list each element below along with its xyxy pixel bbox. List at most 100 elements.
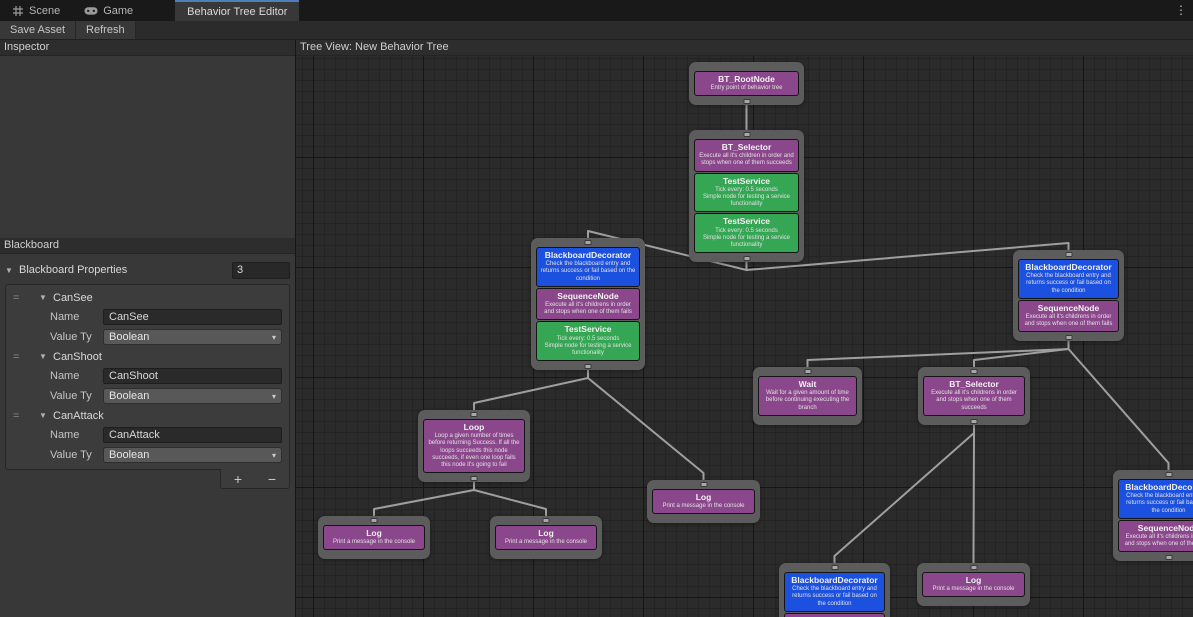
node-connector-top[interactable] xyxy=(970,369,978,374)
node-connector-bottom[interactable] xyxy=(1165,555,1172,561)
property-name-row: Name xyxy=(6,366,289,386)
node-block-decorator[interactable]: BlackboardDecoratorCheck the blackboard … xyxy=(1018,259,1119,299)
node-block-service[interactable]: TestService Tick every: 0.5 seconds Simpl… xyxy=(694,172,799,213)
bt-node-log_c[interactable]: Log Print a message in the console xyxy=(917,563,1030,607)
node-block-composite[interactable]: BT_Selector Execute all it's childrens in… xyxy=(923,376,1025,416)
save-asset-button[interactable]: Save Asset xyxy=(0,21,77,39)
edge-selector_right-log_c xyxy=(972,422,975,566)
tree-view-panel: Tree View: New Behavior Tree BT_RootNode… xyxy=(296,40,1193,617)
bt-node-deco_log[interactable]: BlackboardDecorator Check the blackboard … xyxy=(779,563,890,617)
bt-node-selector_right[interactable]: BT_Selector Execute all it's childrens in… xyxy=(918,367,1030,425)
node-block-composite[interactable]: SequenceNodeExecute all it's childrens i… xyxy=(1118,519,1193,553)
blackboard-count-field[interactable] xyxy=(232,261,290,279)
value-type-dropdown[interactable]: Boolean ▾ xyxy=(103,388,282,404)
node-connector-top[interactable] xyxy=(1165,472,1172,477)
unity-window: Scene Game Behavior Tree Editor ⋮ Save Asse… xyxy=(0,0,1193,617)
tab-behavior-tree-editor[interactable]: Behavior Tree Editor xyxy=(175,0,300,21)
node-connector-bottom[interactable] xyxy=(584,364,592,370)
bt-node-loop[interactable]: Loop Loop a given number of times before … xyxy=(418,410,530,483)
node-connector-top[interactable] xyxy=(370,518,378,523)
node-block-decorator[interactable]: BlackboardDecoratorCheck the blackboard … xyxy=(536,247,640,287)
edge-loop-log_a xyxy=(373,479,475,519)
blackboard-properties-label: Blackboard Properties xyxy=(19,264,128,276)
drag-handle-icon[interactable]: = xyxy=(13,351,39,363)
node-title: TestService xyxy=(722,216,771,227)
kebab-menu-icon[interactable]: ⋮ xyxy=(1175,3,1187,17)
node-connector-bottom[interactable] xyxy=(743,99,750,105)
node-description: Execute all it's childrens in order and … xyxy=(1024,313,1113,328)
node-block-action[interactable]: LogPrint a message in the console xyxy=(922,572,1025,598)
bt-node-left_seq[interactable]: BlackboardDecorator Check the blackboard … xyxy=(531,238,645,371)
property-name-field[interactable] xyxy=(103,309,282,325)
bt-node-log_mid[interactable]: Log Print a message in the console xyxy=(647,480,760,524)
node-description: Wait for a given amount of time before c… xyxy=(765,390,850,411)
node-block-composite[interactable]: Loop Loop a given number of times before … xyxy=(423,419,525,474)
node-connector-bottom[interactable] xyxy=(1065,335,1072,341)
node-connector-top[interactable] xyxy=(542,518,550,523)
node-description: Tick every: 0.5 seconds Simple node for … xyxy=(544,335,632,356)
node-block-decorator[interactable]: BlackboardDecoratorCheck the blackboard … xyxy=(1118,479,1193,519)
node-block-action[interactable]: LogPrint a message in the console xyxy=(323,525,425,551)
toolbar: Save Asset Refresh xyxy=(0,21,1193,40)
bt-node-selector_top[interactable]: BT_Selector Execute all it's children in … xyxy=(689,130,804,263)
value-type-dropdown[interactable]: Boolean ▾ xyxy=(103,329,282,345)
node-block-composite[interactable]: BT_RootNode Entry point of behavior tree xyxy=(694,71,799,97)
tab-scene[interactable]: Scene xyxy=(0,0,72,21)
edge-right_seq-wait xyxy=(806,338,1070,370)
node-connector-top[interactable] xyxy=(1065,252,1072,257)
grid-icon xyxy=(12,5,24,17)
edge-selector_right-deco_log xyxy=(833,422,975,566)
node-block-action[interactable]: LogPrint a message in the console xyxy=(652,489,755,515)
remove-property-button[interactable]: − xyxy=(258,470,286,488)
blackboard-properties-foldout[interactable]: ▼ Blackboard Properties xyxy=(5,261,290,279)
node-connector-top[interactable] xyxy=(700,482,707,487)
blackboard-list-footer: + − xyxy=(5,469,290,489)
drag-handle-icon[interactable]: = xyxy=(13,410,39,422)
node-block-service[interactable]: TestService Tick every: 0.5 seconds Simpl… xyxy=(536,321,640,362)
node-connector-bottom[interactable] xyxy=(470,476,478,482)
property-name-field[interactable] xyxy=(103,427,282,443)
property-item-header[interactable]: = ▼ CanAttack xyxy=(6,406,289,425)
property-item-header[interactable]: = ▼ CanShoot xyxy=(6,347,289,366)
tree-view-canvas[interactable]: BT_RootNode Entry point of behavior tree B… xyxy=(296,56,1193,617)
node-connector-top[interactable] xyxy=(970,565,977,570)
foldout-arrow-icon[interactable]: ▼ xyxy=(39,352,49,361)
tab-game[interactable]: Game xyxy=(72,0,145,21)
bt-node-right_cut[interactable]: BlackboardDecoratorCheck the blackboard … xyxy=(1113,470,1193,562)
node-connector-top[interactable] xyxy=(743,132,750,137)
bt-node-root[interactable]: BT_RootNode Entry point of behavior tree xyxy=(689,62,804,106)
node-block-service[interactable]: TestService Tick every: 0.5 seconds Simpl… xyxy=(694,213,799,254)
node-block-action[interactable]: Wait Wait for a given amount of time befo… xyxy=(758,376,857,416)
node-connector-top[interactable] xyxy=(470,412,478,417)
gamepad-icon xyxy=(84,6,98,16)
node-connector-top[interactable] xyxy=(804,369,811,374)
node-title: TestService xyxy=(564,324,612,335)
bt-node-log_a[interactable]: Log Print a message in the console xyxy=(318,516,430,560)
node-block-decorator[interactable]: BlackboardDecoratorCheck the blackboard … xyxy=(784,572,885,612)
foldout-arrow-icon[interactable]: ▼ xyxy=(5,266,15,275)
bt-node-wait[interactable]: Wait Wait for a given amount of time befo… xyxy=(753,367,862,425)
bt-node-right_seq[interactable]: BlackboardDecorator Check the blackboard … xyxy=(1013,250,1124,342)
node-block-action[interactable]: LogPrint a message in the console xyxy=(784,612,885,617)
edge-right_seq-right_cut xyxy=(1067,338,1170,473)
property-name-field[interactable] xyxy=(103,368,282,384)
drag-handle-icon[interactable]: = xyxy=(13,292,39,304)
refresh-button[interactable]: Refresh xyxy=(76,21,136,39)
foldout-arrow-icon[interactable]: ▼ xyxy=(39,293,49,302)
node-block-action[interactable]: LogPrint a message in the console xyxy=(495,525,597,551)
add-property-button[interactable]: + xyxy=(224,470,252,488)
property-item-header[interactable]: = ▼ CanSee xyxy=(6,288,289,307)
bt-node-log_b[interactable]: Log Print a message in the console xyxy=(490,516,602,560)
node-block-composite[interactable]: BT_Selector Execute all it's children in … xyxy=(694,139,799,172)
node-block-composite[interactable]: SequenceNodeExecute all it's childrens i… xyxy=(1018,299,1119,333)
node-connector-bottom[interactable] xyxy=(743,256,750,262)
value-type-dropdown[interactable]: Boolean ▾ xyxy=(103,447,282,463)
node-description: Entry point of behavior tree xyxy=(710,85,783,92)
node-connector-top[interactable] xyxy=(584,240,592,245)
node-block-composite[interactable]: SequenceNodeExecute all it's childrens i… xyxy=(536,287,640,321)
node-connector-bottom[interactable] xyxy=(970,418,978,424)
node-description: Check the blackboard entry and returns s… xyxy=(540,261,636,282)
foldout-arrow-icon[interactable]: ▼ xyxy=(39,411,49,420)
node-title: SequenceNode xyxy=(557,290,619,301)
node-connector-top[interactable] xyxy=(831,565,838,570)
